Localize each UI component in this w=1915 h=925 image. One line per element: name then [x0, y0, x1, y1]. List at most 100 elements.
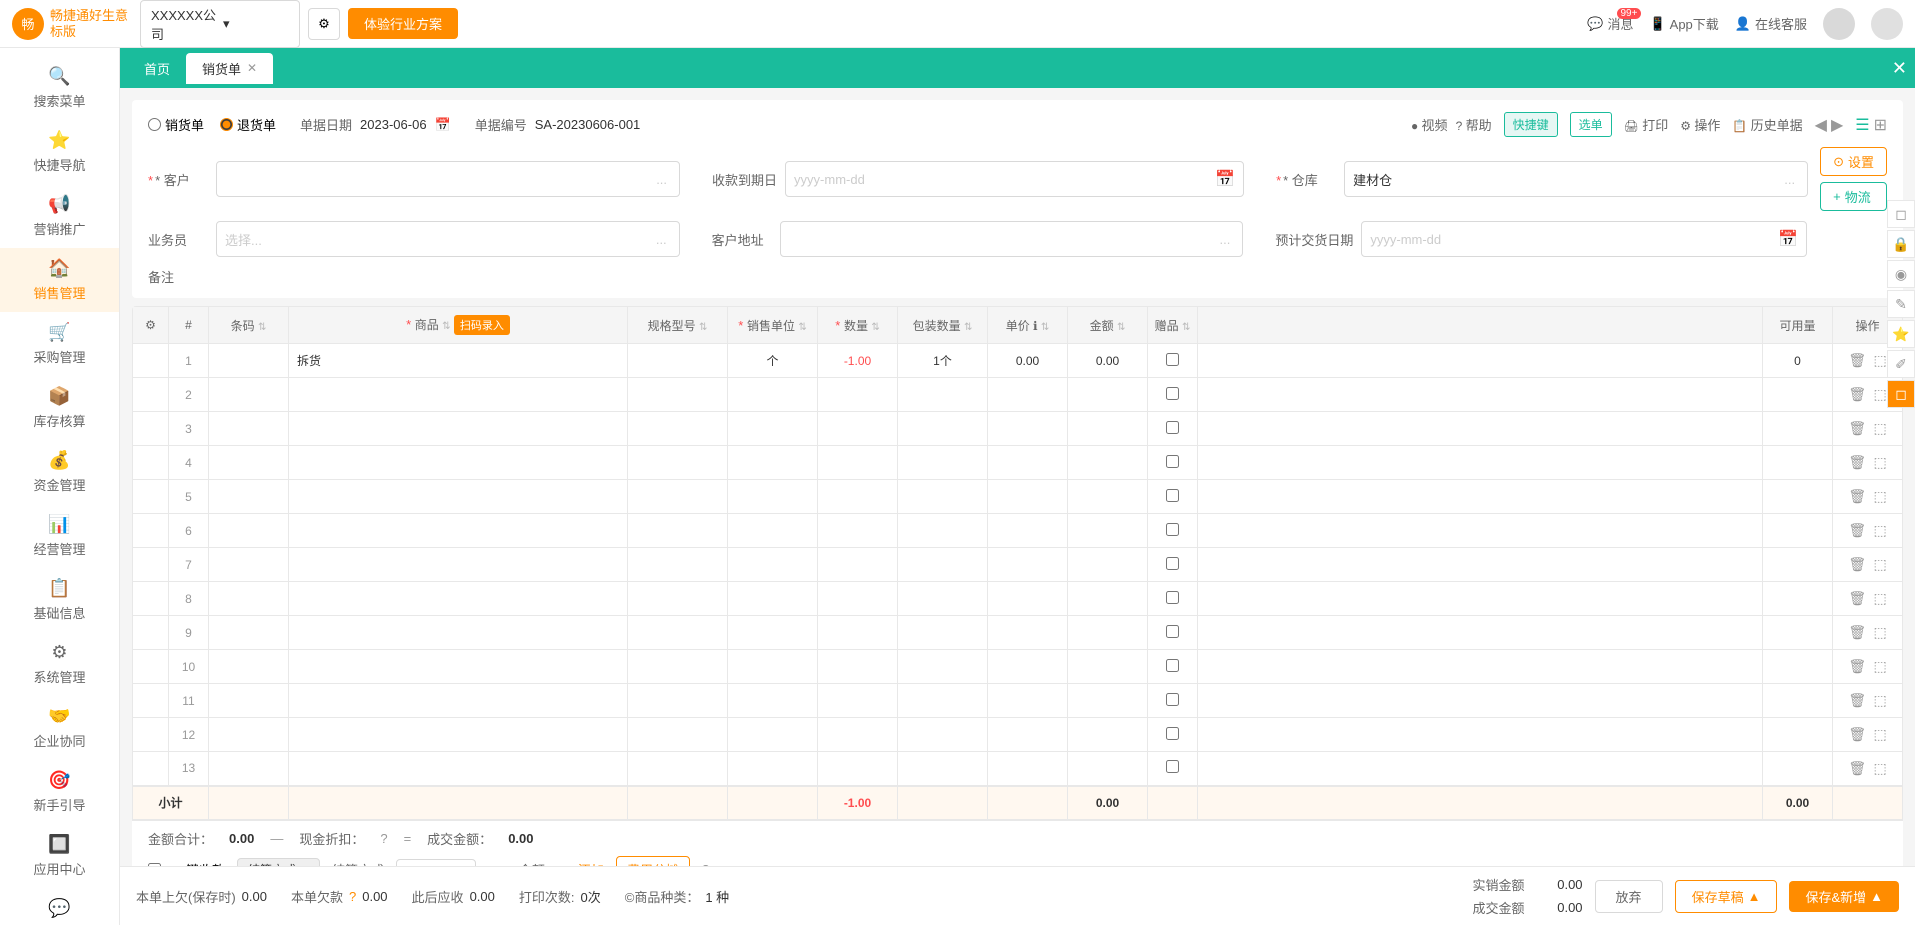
row-unit-price[interactable] [988, 480, 1068, 514]
delivery-date-input[interactable]: yyyy-mm-dd 📅 [1361, 221, 1807, 257]
delivery-calendar-icon[interactable]: 📅 [1778, 229, 1798, 249]
row-pkg-qty[interactable] [898, 616, 988, 650]
avatar[interactable] [1823, 8, 1855, 40]
row-amount[interactable]: 0.00 [1068, 344, 1148, 378]
grid-view-icon[interactable]: ⊞ [1874, 115, 1887, 135]
row-amount[interactable] [1068, 616, 1148, 650]
copy-icon[interactable]: ⬚ [1873, 556, 1886, 572]
float-btn-4[interactable]: ✎ [1887, 290, 1915, 318]
row-qty[interactable] [818, 684, 898, 718]
sidebar-item-quick-nav[interactable]: ⭐ 快捷导航 [0, 120, 119, 184]
row-unit[interactable] [728, 378, 818, 412]
col-unit[interactable]: 销售单位 ⇅ [728, 307, 818, 344]
user-extra[interactable] [1871, 8, 1903, 40]
row-gift[interactable] [1148, 718, 1198, 752]
row-unit[interactable]: 个 [728, 344, 818, 378]
row-barcode[interactable] [209, 514, 289, 548]
col-barcode[interactable]: 条码 ⇅ [209, 307, 289, 344]
row-remark[interactable] [1198, 752, 1763, 786]
row-remark[interactable] [1198, 412, 1763, 446]
row-qty[interactable] [818, 616, 898, 650]
copy-icon[interactable]: ⬚ [1873, 522, 1886, 538]
row-unit[interactable] [728, 616, 818, 650]
row-spec[interactable] [628, 378, 728, 412]
row-spec[interactable] [628, 582, 728, 616]
row-product[interactable] [289, 616, 628, 650]
sidebar-item-guide[interactable]: 🎯 新手引导 [0, 760, 119, 824]
row-pkg-qty[interactable] [898, 412, 988, 446]
row-remark[interactable] [1198, 582, 1763, 616]
col-qty[interactable]: 数量 ⇅ [818, 307, 898, 344]
row-amount[interactable] [1068, 514, 1148, 548]
row-barcode[interactable] [209, 684, 289, 718]
split-button[interactable]: 费用分摊 [616, 856, 690, 866]
row-product[interactable] [289, 378, 628, 412]
row-unit-price[interactable] [988, 446, 1068, 480]
row-gift[interactable] [1148, 684, 1198, 718]
col-pkg-qty[interactable]: 包装数量 ⇅ [898, 307, 988, 344]
delete-icon[interactable]: 🗑 [1848, 386, 1866, 402]
row-gift[interactable] [1148, 514, 1198, 548]
col-spec[interactable]: 规格型号 ⇅ [628, 307, 728, 344]
row-unit-price[interactable] [988, 412, 1068, 446]
row-qty[interactable] [818, 548, 898, 582]
row-remark[interactable] [1198, 718, 1763, 752]
select-btn[interactable]: 选单 [1570, 112, 1612, 137]
sidebar-item-marketing[interactable]: 📢 营销推广 [0, 184, 119, 248]
row-spec[interactable] [628, 344, 728, 378]
copy-icon[interactable]: ⬚ [1873, 488, 1886, 504]
copy-icon[interactable]: ⬚ [1873, 658, 1886, 674]
save-new-button[interactable]: 保存&新增 ▲ [1789, 881, 1899, 912]
row-gift[interactable] [1148, 548, 1198, 582]
row-product[interactable] [289, 684, 628, 718]
sidebar-item-finance[interactable]: 💰 资金管理 [0, 440, 119, 504]
trial-button[interactable]: 体验行业方案 [348, 8, 458, 39]
row-barcode[interactable] [209, 718, 289, 752]
row-product[interactable] [289, 582, 628, 616]
row-qty[interactable] [818, 718, 898, 752]
operation-btn[interactable]: ⚙ 操作 [1680, 115, 1720, 134]
delete-icon[interactable]: 🗑 [1848, 522, 1866, 538]
row-barcode[interactable] [209, 582, 289, 616]
row-spec[interactable] [628, 548, 728, 582]
copy-icon[interactable]: ⬚ [1873, 692, 1886, 708]
row-amount[interactable] [1068, 718, 1148, 752]
row-product[interactable]: 拆货 [289, 344, 628, 378]
row-unit-price[interactable] [988, 684, 1068, 718]
save-draft-button[interactable]: 保存草稿 ▲ [1675, 880, 1778, 913]
row-unit[interactable] [728, 650, 818, 684]
col-unit-price[interactable]: 单价 ℹ ⇅ [988, 307, 1068, 344]
row-pkg-qty[interactable] [898, 548, 988, 582]
company-selector[interactable]: XXXXXX公司 ▾ [140, 0, 300, 48]
return-order-radio[interactable]: 退货单 [220, 115, 276, 134]
row-amount[interactable] [1068, 582, 1148, 616]
row-qty[interactable] [818, 480, 898, 514]
row-unit[interactable] [728, 684, 818, 718]
row-pkg-qty[interactable] [898, 582, 988, 616]
sidebar-item-system[interactable]: ⚙ 系统管理 [0, 632, 119, 696]
salesperson-input[interactable]: 选择... ... [216, 221, 680, 257]
row-barcode[interactable] [209, 378, 289, 412]
row-gift[interactable] [1148, 446, 1198, 480]
row-spec[interactable] [628, 616, 728, 650]
row-gift[interactable] [1148, 752, 1198, 786]
cumulative-owe-info[interactable]: ? [349, 889, 356, 904]
copy-icon[interactable]: ⬚ [1873, 760, 1886, 776]
delete-icon[interactable]: 🗑 [1848, 420, 1866, 436]
online-service-button[interactable]: 👤 在线客服 [1735, 14, 1807, 33]
row-remark[interactable] [1198, 446, 1763, 480]
row-qty[interactable] [818, 446, 898, 480]
copy-icon[interactable]: ⬚ [1873, 624, 1886, 640]
sidebar-item-operations[interactable]: 📊 经营管理 [0, 504, 119, 568]
salesperson-more-icon[interactable]: ... [652, 232, 671, 247]
row-barcode[interactable] [209, 616, 289, 650]
row-remark[interactable] [1198, 344, 1763, 378]
row-pkg-qty[interactable] [898, 684, 988, 718]
row-amount[interactable] [1068, 752, 1148, 786]
row-remark[interactable] [1198, 378, 1763, 412]
row-pkg-qty[interactable] [898, 378, 988, 412]
row-pkg-qty[interactable] [898, 650, 988, 684]
abandon-button[interactable]: 放弃 [1595, 880, 1663, 913]
row-qty[interactable] [818, 412, 898, 446]
row-remark[interactable] [1198, 684, 1763, 718]
